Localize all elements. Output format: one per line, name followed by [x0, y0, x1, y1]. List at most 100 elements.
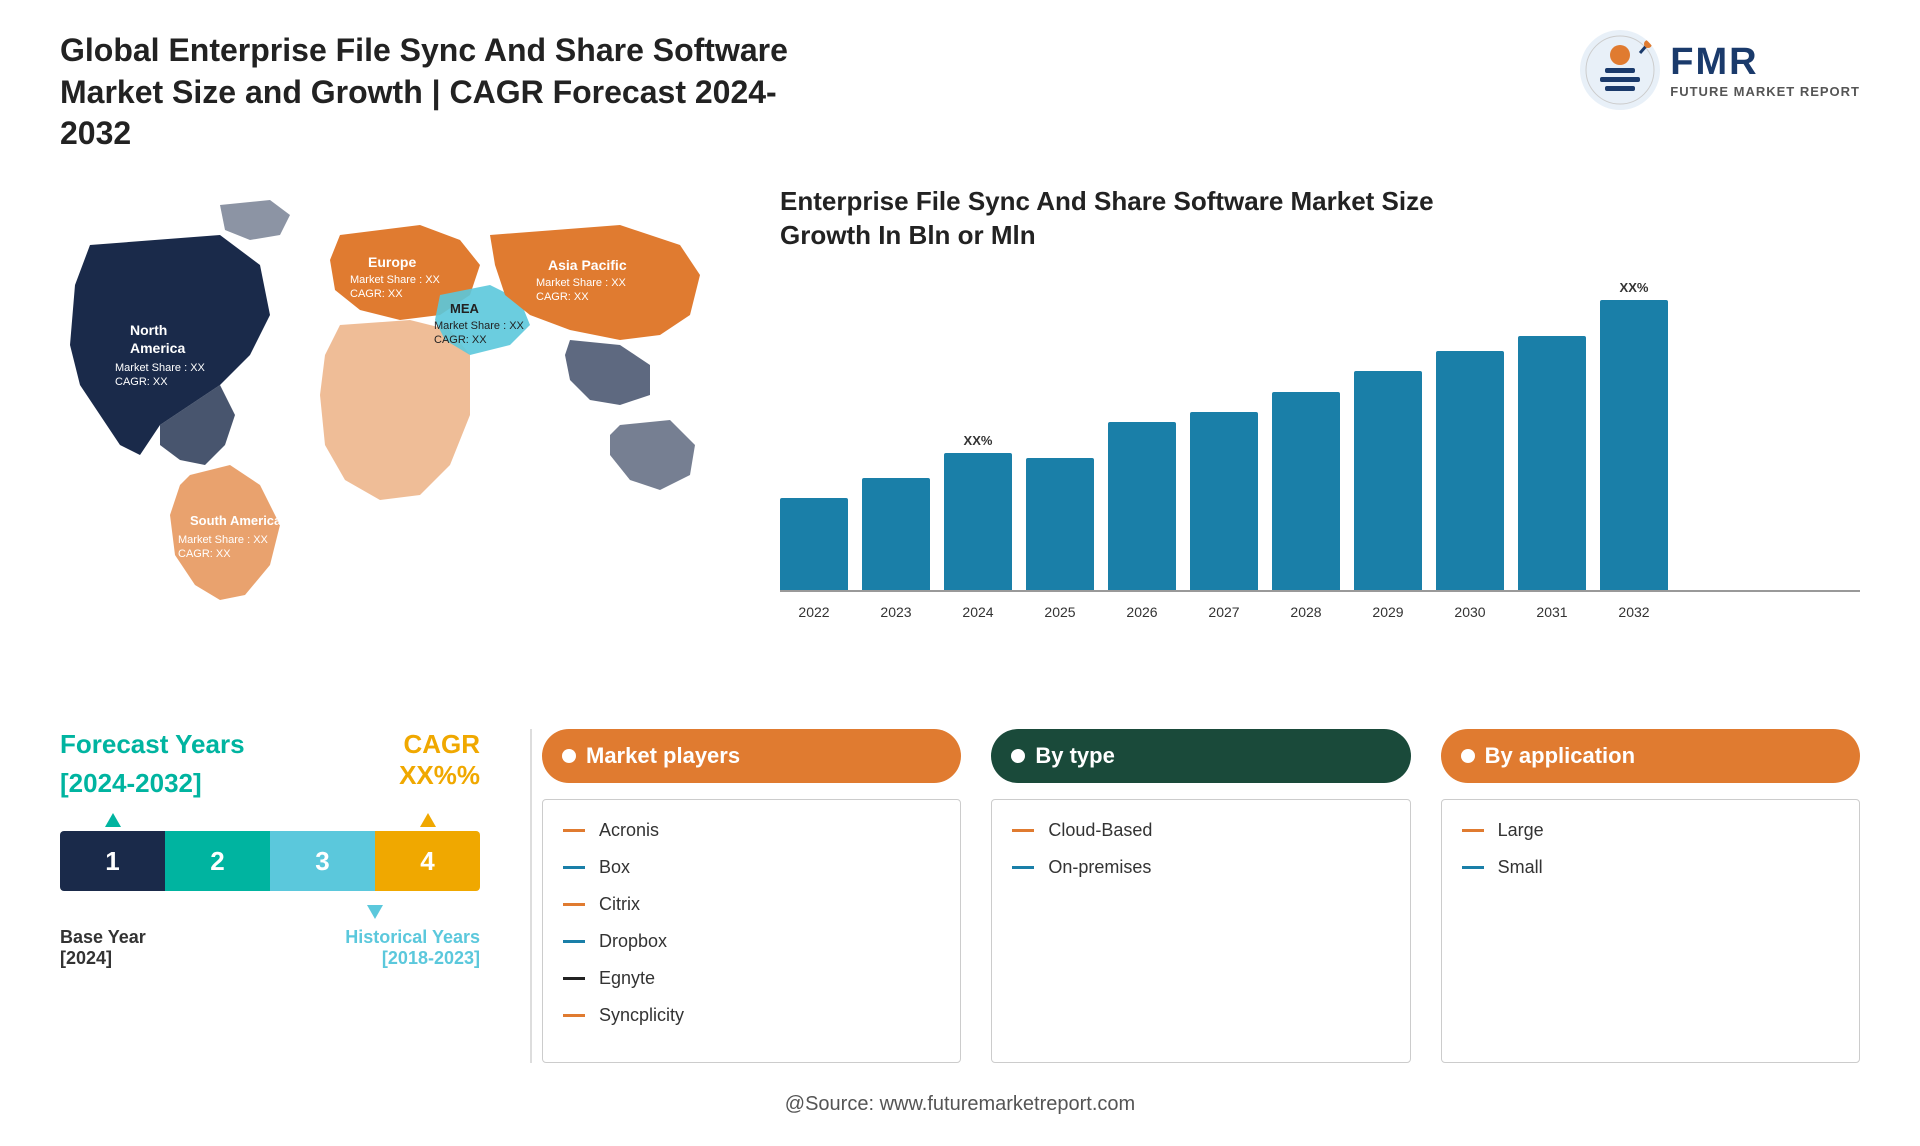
year-label: 2022	[780, 604, 848, 620]
list-item: Dropbox	[563, 931, 940, 952]
list-item: On-premises	[1012, 857, 1389, 878]
market-players-header: Market players	[542, 729, 961, 783]
bar-chart: XX% XX%	[780, 272, 1860, 592]
list-item: Box	[563, 857, 940, 878]
page-wrapper: Global Enterprise File Sync And Share So…	[0, 0, 1920, 1146]
chart-title: Enterprise File Sync And Share Software …	[780, 185, 1480, 253]
svg-text:CAGR: XX: CAGR: XX	[178, 548, 231, 560]
market-players-dot	[562, 749, 576, 763]
market-players-box: Acronis Box Citrix Dropbox	[542, 799, 961, 1063]
dash-icon	[1462, 829, 1484, 832]
chart-section: Enterprise File Sync And Share Software …	[780, 185, 1860, 689]
bar-group: XX%	[944, 433, 1012, 590]
dash-icon	[563, 903, 585, 906]
bar	[944, 453, 1012, 590]
item-label: Dropbox	[599, 931, 667, 952]
item-label: Small	[1498, 857, 1543, 878]
forecast-years-label: Forecast Years	[60, 729, 245, 760]
year-label: 2029	[1354, 604, 1422, 620]
by-application-label: By application	[1485, 743, 1635, 769]
bar-group	[1272, 372, 1340, 590]
down-arrows	[60, 905, 480, 919]
svg-text:Market Share : XX: Market Share : XX	[536, 277, 627, 289]
svg-text:South America: South America	[190, 513, 282, 528]
categories-section: Market players Acronis Box Citrix	[542, 729, 1860, 1063]
list-item: Syncplicity	[563, 1005, 940, 1026]
year-label: 2024	[944, 604, 1012, 620]
category-by-application: By application Large Small	[1441, 729, 1860, 1063]
item-label: Citrix	[599, 894, 640, 915]
list-item: Citrix	[563, 894, 940, 915]
source-footer: @Source: www.futuremarketreport.com	[60, 1093, 1860, 1116]
separator	[530, 729, 532, 1063]
item-label: Large	[1498, 820, 1544, 841]
year-label: 2027	[1190, 604, 1258, 620]
svg-text:America: America	[130, 340, 185, 356]
year-label: 2023	[862, 604, 930, 620]
svg-text:MEA: MEA	[450, 301, 480, 316]
year-label: 2031	[1518, 604, 1586, 620]
logo-subtitle: FUTURE MARKET REPORT	[1670, 84, 1860, 99]
by-application-dot	[1461, 749, 1475, 763]
by-type-header: By type	[991, 729, 1410, 783]
base-year-label: Base Year	[60, 927, 146, 948]
list-item: Small	[1462, 857, 1839, 878]
seg-2: 2	[165, 831, 270, 891]
svg-text:CAGR: XX: CAGR: XX	[115, 376, 168, 388]
logo-svg	[1585, 35, 1655, 105]
seg-1: 1	[60, 831, 165, 891]
map-section: North America Market Share : XX CAGR: XX…	[60, 185, 740, 689]
bar-top-label: XX%	[964, 433, 993, 453]
svg-text:Market Share : XX: Market Share : XX	[178, 534, 269, 546]
year-label: 2032	[1600, 604, 1668, 620]
logo-text: FMR FUTURE MARKET REPORT	[1670, 41, 1860, 99]
bar-group	[1436, 331, 1504, 590]
dash-icon	[563, 829, 585, 832]
dash-icon	[1012, 829, 1034, 832]
header: Global Enterprise File Sync And Share So…	[60, 30, 1860, 155]
item-label: Cloud-Based	[1048, 820, 1152, 841]
bar	[1190, 412, 1258, 590]
forecast-years-value: [2024-2032]	[60, 768, 245, 799]
svg-text:Market Share : XX: Market Share : XX	[350, 274, 441, 286]
item-label: Acronis	[599, 820, 659, 841]
bottom-row: Forecast Years [2024-2032] CAGR XX%%	[60, 729, 1860, 1063]
bar	[1272, 392, 1340, 590]
svg-text:Asia Pacific: Asia Pacific	[548, 257, 627, 273]
dash-icon	[563, 866, 585, 869]
bar	[1600, 300, 1668, 590]
world-map: North America Market Share : XX CAGR: XX…	[60, 185, 740, 605]
dash-icon	[1462, 866, 1484, 869]
by-application-header: By application	[1441, 729, 1860, 783]
svg-text:Europe: Europe	[368, 254, 416, 270]
bar	[1108, 422, 1176, 590]
bar-group	[1026, 438, 1094, 590]
bar-group: XX%	[1600, 280, 1668, 590]
forecast-top-labels: Forecast Years [2024-2032] CAGR XX%%	[60, 729, 480, 807]
base-year-group: Base Year [2024]	[60, 927, 146, 969]
top-row: North America Market Share : XX CAGR: XX…	[60, 185, 1860, 689]
item-label: Egnyte	[599, 968, 655, 989]
category-by-type: By type Cloud-Based On-premises	[991, 729, 1410, 1063]
by-application-box: Large Small	[1441, 799, 1860, 1063]
bar	[1436, 351, 1504, 590]
forecast-section: Forecast Years [2024-2032] CAGR XX%%	[60, 729, 520, 969]
logo-circle	[1580, 30, 1660, 110]
bar-top-label: XX%	[1620, 280, 1649, 300]
base-year-value: [2024]	[60, 948, 146, 969]
market-players-label: Market players	[586, 743, 740, 769]
bottom-labels-row: Base Year [2024] Historical Years [2018-…	[60, 927, 480, 969]
forecast-years-group: Forecast Years [2024-2032]	[60, 729, 245, 807]
timeline-bar: 1 2 3 4	[60, 831, 480, 891]
bar	[780, 498, 848, 590]
year-label: 2030	[1436, 604, 1504, 620]
bar	[1354, 371, 1422, 590]
item-label: Box	[599, 857, 630, 878]
svg-text:Market Share : XX: Market Share : XX	[434, 320, 525, 332]
year-label: 2025	[1026, 604, 1094, 620]
by-type-label: By type	[1035, 743, 1114, 769]
svg-text:North: North	[130, 322, 167, 338]
bar-group	[1518, 316, 1586, 590]
historical-value: [2018-2023]	[345, 948, 480, 969]
page-title: Global Enterprise File Sync And Share So…	[60, 30, 840, 155]
